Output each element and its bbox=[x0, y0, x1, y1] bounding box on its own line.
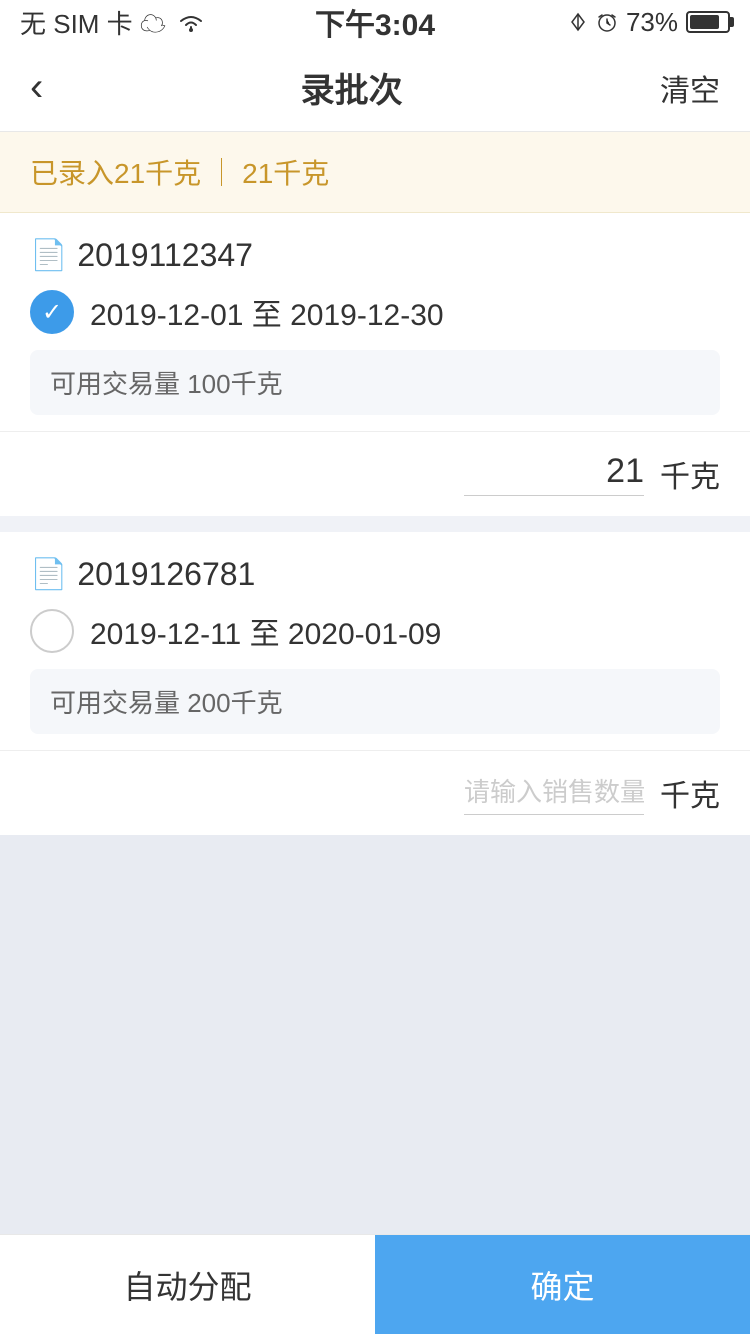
batch-1-id: 2019112347 bbox=[77, 237, 253, 274]
wifi-icon bbox=[176, 11, 206, 33]
battery-icon bbox=[686, 11, 730, 33]
status-bar: 无 SIM 卡 ☁ 下午3:04 73% bbox=[0, 0, 750, 44]
summary-divider bbox=[221, 158, 222, 186]
batch-card-1: 📄 2019112347 2019-12-01 至 2019-12-30 可用交… bbox=[0, 213, 750, 516]
battery-percent: 73% bbox=[626, 7, 678, 38]
batch-2-icon: 📄 bbox=[30, 557, 67, 592]
sim-label: 无 SIM 卡 ☁ bbox=[20, 4, 166, 41]
alarm-icon bbox=[596, 11, 618, 33]
clear-button[interactable]: 清空 bbox=[660, 66, 720, 110]
batch-2-header: 📄 2019126781 bbox=[0, 532, 750, 603]
batch-2-qty-input[interactable] bbox=[464, 771, 644, 815]
status-left: 无 SIM 卡 ☁ bbox=[20, 4, 206, 41]
batch-1-date-row: 2019-12-01 至 2019-12-30 bbox=[0, 284, 750, 340]
confirm-button[interactable]: 确定 bbox=[375, 1235, 750, 1334]
location-icon bbox=[568, 12, 588, 32]
batch-2-radio[interactable] bbox=[30, 609, 74, 653]
summary-value: 21千克 bbox=[242, 152, 329, 192]
batch-1-date: 2019-12-01 至 2019-12-30 bbox=[90, 290, 444, 334]
batch-2-unit: 千克 bbox=[660, 771, 720, 815]
batch-2-id: 2019126781 bbox=[77, 556, 255, 593]
batch-2-qty-row: 千克 bbox=[0, 750, 750, 835]
status-time: 下午3:04 bbox=[315, 0, 435, 44]
separator-1 bbox=[0, 516, 750, 532]
batch-1-radio[interactable] bbox=[30, 290, 74, 334]
page-title: 录批次 bbox=[301, 63, 403, 112]
status-right: 73% bbox=[568, 7, 730, 38]
batch-2-date-row: 2019-12-11 至 2020-01-09 bbox=[0, 603, 750, 659]
batch-2-date: 2019-12-11 至 2020-01-09 bbox=[90, 609, 441, 653]
batch-card-2: 📄 2019126781 2019-12-11 至 2020-01-09 可用交… bbox=[0, 532, 750, 835]
summary-bar: 已录入21千克 21千克 bbox=[0, 132, 750, 213]
summary-recorded-label: 已录入21千克 bbox=[30, 152, 201, 192]
batch-1-available: 可用交易量 100千克 bbox=[30, 350, 720, 415]
batch-2-available: 可用交易量 200千克 bbox=[30, 669, 720, 734]
batch-1-qty-input[interactable] bbox=[464, 452, 644, 496]
auto-distribute-button[interactable]: 自动分配 bbox=[0, 1235, 375, 1334]
batch-1-icon: 📄 bbox=[30, 238, 67, 273]
batch-1-unit: 千克 bbox=[660, 452, 720, 496]
batch-1-qty-row: 千克 bbox=[0, 431, 750, 516]
back-button[interactable]: ‹ bbox=[30, 65, 43, 110]
batch-1-header: 📄 2019112347 bbox=[0, 213, 750, 284]
bottom-bar: 自动分配 确定 bbox=[0, 1234, 750, 1334]
nav-bar: ‹ 录批次 清空 bbox=[0, 44, 750, 132]
